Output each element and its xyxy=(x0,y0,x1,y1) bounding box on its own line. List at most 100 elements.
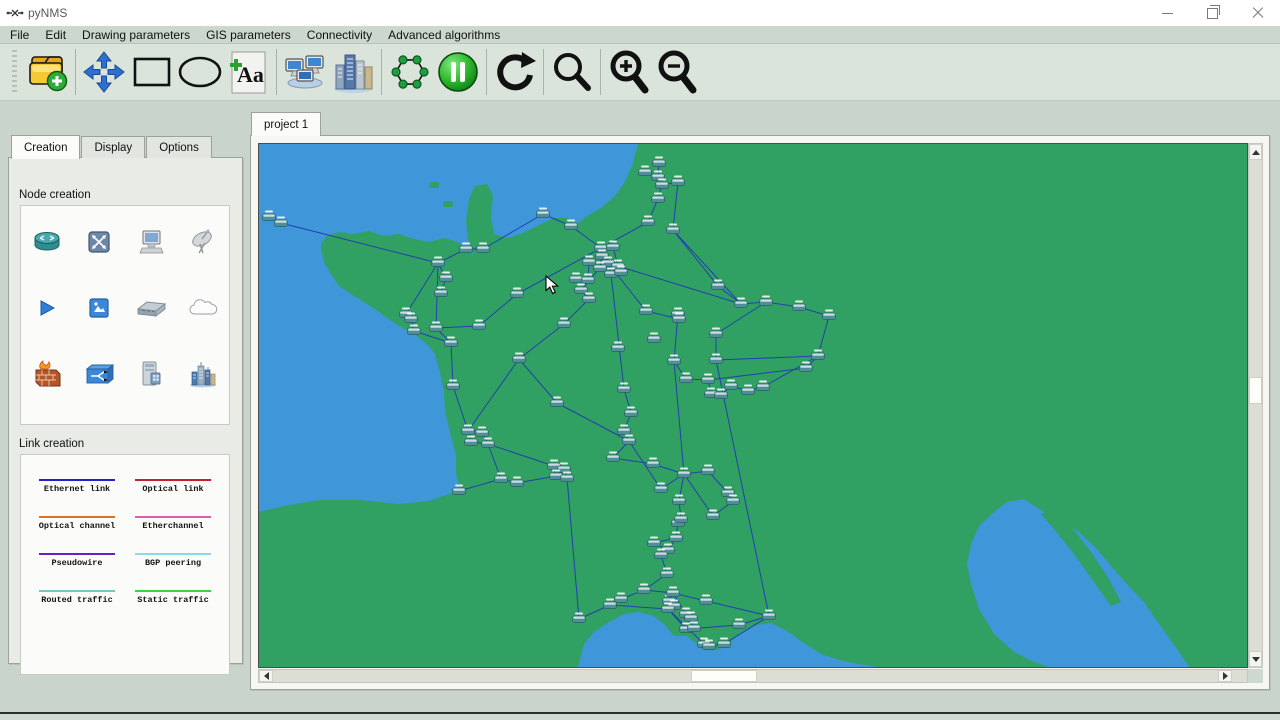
scrollbar-corner xyxy=(1248,669,1263,683)
menu-advanced-algorithms[interactable]: Advanced algorithms xyxy=(380,26,508,43)
draw-ellipse-button[interactable] xyxy=(176,46,224,98)
zoom-original-button[interactable] xyxy=(548,46,596,98)
minimize-button[interactable] xyxy=(1145,0,1190,26)
scroll-right-button[interactable] xyxy=(1218,670,1232,682)
arrow-right-icon xyxy=(1222,672,1228,680)
move-arrows-icon xyxy=(83,51,125,93)
link-creation-title: Link creation xyxy=(19,438,85,450)
link-type-label: Optical channel xyxy=(38,521,116,531)
ellipse-icon xyxy=(178,56,222,88)
toolbar-separator xyxy=(486,49,487,95)
site-view-button[interactable] xyxy=(329,46,377,98)
node-type-host[interactable] xyxy=(134,226,168,258)
link-type-optical-channel[interactable]: Optical channel xyxy=(33,516,121,531)
link-type-pseudowire[interactable]: Pseudowire xyxy=(33,553,121,568)
node-type-cloud[interactable] xyxy=(186,292,220,324)
magnifier-icon xyxy=(554,53,591,91)
antenna-icon xyxy=(192,229,212,254)
close-button[interactable] xyxy=(1235,0,1280,26)
node-type-splitter[interactable] xyxy=(134,292,168,324)
menu-connectivity[interactable]: Connectivity xyxy=(299,26,380,43)
map-canvas[interactable] xyxy=(258,143,1248,668)
creation-panel: Node creation Link creation Ethernet lin… xyxy=(8,157,243,675)
tab-display[interactable]: Display xyxy=(81,136,146,158)
channel-island xyxy=(443,201,453,207)
new-project-folder-icon xyxy=(29,56,68,92)
link-type-label: Optical link xyxy=(142,484,204,494)
link-creation-box: Ethernet link Optical link Optical chann… xyxy=(20,454,230,675)
optical-channel-swatch xyxy=(39,516,115,518)
zoom-in-button[interactable] xyxy=(605,46,653,98)
project-tab[interactable]: project 1 xyxy=(251,112,322,136)
host-computer-icon xyxy=(139,230,164,254)
node-type-antenna[interactable] xyxy=(186,226,220,258)
rectangle-icon xyxy=(133,57,171,87)
draw-rectangle-button[interactable] xyxy=(128,46,176,98)
pseudowire-swatch xyxy=(39,553,115,555)
vertical-scroll-thumb[interactable] xyxy=(1249,377,1262,404)
app-logo-icon xyxy=(6,9,24,17)
menu-drawing-parameters[interactable]: Drawing parameters xyxy=(74,26,198,43)
add-label-button[interactable]: Aa xyxy=(224,46,272,98)
node-type-firewall[interactable] xyxy=(30,358,64,390)
switch-icon xyxy=(88,231,110,253)
scroll-up-button[interactable] xyxy=(1249,144,1262,160)
map-notebook-frame xyxy=(250,135,1270,690)
node-type-server[interactable] xyxy=(134,358,168,390)
node-type-switch[interactable] xyxy=(82,226,116,258)
load-balancer-icon xyxy=(85,364,115,384)
node-creation-title: Node creation xyxy=(19,189,91,201)
cloud-icon xyxy=(189,299,218,315)
close-icon xyxy=(1252,7,1264,19)
node-type-router[interactable] xyxy=(30,226,64,258)
graph-drawing-icon xyxy=(391,55,429,89)
link-type-routed-traffic[interactable]: Routed traffic xyxy=(33,590,121,605)
vertical-scrollbar[interactable] xyxy=(1248,143,1263,668)
menu-edit[interactable]: Edit xyxy=(37,26,74,43)
network-view-button[interactable] xyxy=(281,46,329,98)
menu-file[interactable]: File xyxy=(0,26,37,43)
link-type-static-traffic[interactable]: Static traffic xyxy=(129,590,217,605)
node-type-regenerator[interactable] xyxy=(30,292,64,324)
horizontal-scroll-thumb[interactable] xyxy=(691,670,757,682)
link-type-ethernet[interactable]: Ethernet link xyxy=(33,479,121,494)
scroll-down-button[interactable] xyxy=(1249,651,1262,667)
move-mode-button[interactable] xyxy=(80,46,128,98)
new-project-button[interactable] xyxy=(23,46,71,98)
tab-options[interactable]: Options xyxy=(146,136,212,158)
link-type-etherchannel[interactable]: Etherchannel xyxy=(129,516,217,531)
menu-gis-parameters[interactable]: GIS parameters xyxy=(198,26,299,43)
restore-icon xyxy=(1207,4,1220,19)
horizontal-scrollbar[interactable] xyxy=(258,669,1248,683)
tab-creation[interactable]: Creation xyxy=(11,135,81,159)
splitter-icon xyxy=(136,301,167,317)
link-type-label: Routed traffic xyxy=(41,595,113,605)
node-type-load-balancer[interactable] xyxy=(82,358,116,390)
restore-button[interactable] xyxy=(1190,0,1235,26)
graph-layout-button[interactable] xyxy=(386,46,434,98)
scroll-left-button[interactable] xyxy=(259,670,273,682)
link-type-optical[interactable]: Optical link xyxy=(129,479,217,494)
node-type-site[interactable] xyxy=(186,358,220,390)
refresh-icon xyxy=(497,52,536,91)
status-bar xyxy=(0,714,1280,720)
regenerator-icon xyxy=(40,300,56,316)
link-type-label: BGP peering xyxy=(144,558,202,568)
toolbar-separator xyxy=(600,49,601,95)
link-type-bgp-peering[interactable]: BGP peering xyxy=(129,553,217,568)
zoom-out-button[interactable] xyxy=(653,46,701,98)
toolbar: Aa xyxy=(0,44,1280,101)
node-type-optical-switch[interactable] xyxy=(82,292,116,324)
arrow-down-icon xyxy=(1251,656,1260,662)
node-creation-box xyxy=(20,205,230,425)
link-type-label: Ethernet link xyxy=(43,484,111,494)
arrow-left-icon xyxy=(263,672,269,680)
router-icon xyxy=(34,232,60,251)
ethernet-link-swatch xyxy=(39,479,115,481)
minimize-icon xyxy=(1162,12,1173,14)
routed-traffic-swatch xyxy=(39,590,115,592)
refresh-view-button[interactable] xyxy=(491,46,539,98)
link-type-label: Static traffic xyxy=(137,595,209,605)
stop-layout-button[interactable] xyxy=(434,46,482,98)
etherchannel-swatch xyxy=(135,516,211,518)
